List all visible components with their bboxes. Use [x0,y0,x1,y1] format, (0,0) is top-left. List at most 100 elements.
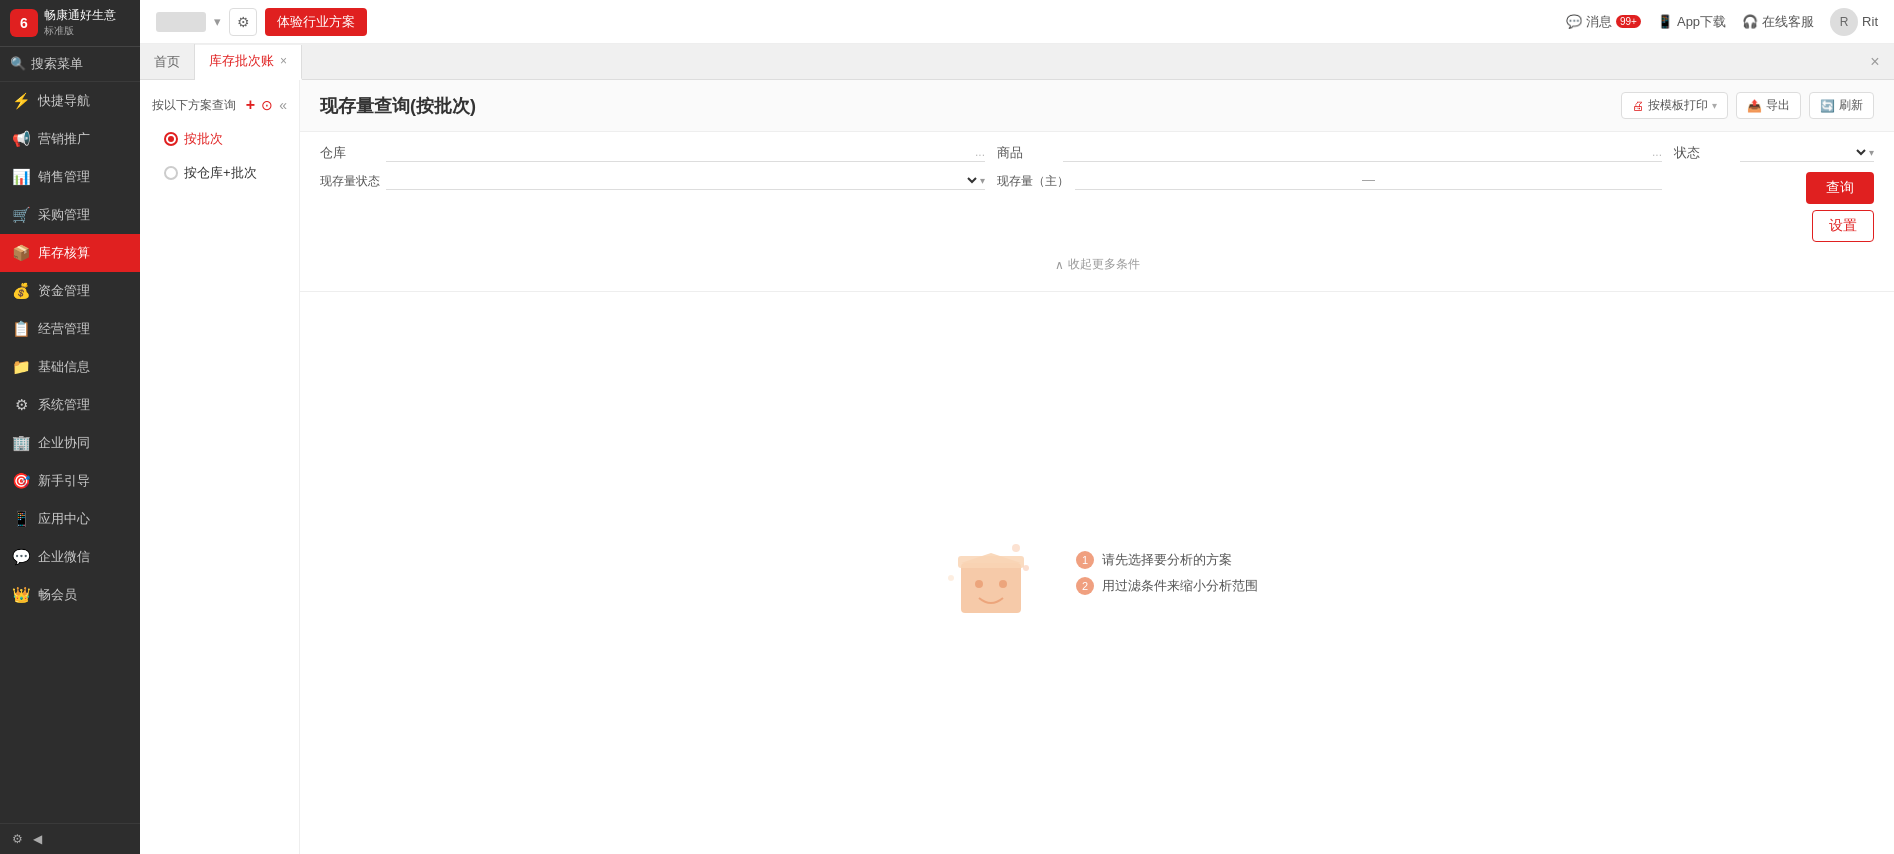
page-title: 现存量查询(按批次) [320,94,476,118]
page-header-actions: 🖨 按模板打印 ▾ 📤 导出 🔄 刷新 [1621,92,1874,119]
topbar-messages[interactable]: 💬 消息 99+ [1566,13,1641,31]
sidebar-collapse-btn[interactable]: ◀ [33,832,42,846]
scheme-item-batch[interactable]: 按批次 [140,122,299,156]
print-dropdown-arrow[interactable]: ▾ [1712,100,1717,111]
app-version: 标准版 [44,24,116,38]
sidebar-item-guide[interactable]: 🎯 新手引导 [0,462,140,500]
sidebar-item-purchase[interactable]: 🛒 采购管理 [0,196,140,234]
filter-product-row: 商品 ... [997,144,1662,162]
scheme-radio-active [164,132,178,146]
print-btn[interactable]: 🖨 按模板打印 ▾ [1621,92,1728,119]
status-select[interactable]: 全部 启用 停用 [1740,144,1869,161]
topbar-settings-icon: ⚙ [237,14,250,30]
topbar-user[interactable]: R Rit [1830,8,1878,36]
topbar-app-download[interactable]: 📱 App下载 [1657,13,1726,31]
svg-point-6 [1023,565,1029,571]
collapse-filter-btn[interactable]: ∧ 收起更多条件 [1055,250,1140,279]
tabbar: 首页 库存批次账 × × [140,44,1894,80]
add-scheme-btn[interactable]: + [246,96,255,114]
print-icon: 🖨 [1632,99,1644,113]
query-btn[interactable]: 查询 [1806,172,1874,204]
status-arrow: ▾ [1869,147,1874,158]
stock-status-label: 现存量状态 [320,173,380,190]
tab-inventory-batch[interactable]: 库存批次账 × [195,45,302,80]
sidebar-item-wechat[interactable]: 💬 企业微信 [0,538,140,576]
status-label: 状态 [1674,144,1734,162]
sidebar-item-operations[interactable]: 📋 经营管理 [0,310,140,348]
tab-home[interactable]: 首页 [140,44,195,79]
export-btn[interactable]: 📤 导出 [1736,92,1801,119]
product-label: 商品 [997,144,1057,162]
sidebar-item-basics[interactable]: 📁 基础信息 [0,348,140,386]
tab-close-all-btn[interactable]: × [1864,51,1886,73]
filter-action-btns: 查询 设置 [1674,172,1874,242]
product-input-wrap: ... [1063,144,1662,162]
sidebar-settings-btn[interactable]: ⚙ [12,832,23,846]
app-logo: 6 [10,9,38,37]
warehouse-input[interactable] [386,144,975,159]
collapse-footer-icon: ◀ [33,832,42,846]
app-download-icon: 📱 [1657,14,1673,29]
filter-stock-qty-row: 现存量（主） — [997,172,1662,190]
sidebar-item-enterprise[interactable]: 🏢 企业协同 [0,424,140,462]
sidebar-item-system[interactable]: ⚙ 系统管理 [0,386,140,424]
stock-qty-dash: — [1358,172,1379,187]
filter-col-3: 状态 全部 启用 停用 ▾ [1674,144,1874,242]
filter-col-1: 仓库 ... 现存量状态 全部 [320,144,985,190]
filter-settings-btn[interactable]: 设置 [1812,210,1874,242]
apps-icon: 📱 [12,510,30,528]
filter-grid: 仓库 ... 现存量状态 全部 [320,144,1874,242]
stock-qty-from-input[interactable] [1075,172,1358,187]
topbar-online-service[interactable]: 🎧 在线客服 [1742,13,1814,31]
sidebar-search[interactable]: 🔍 搜索菜单 [0,47,140,82]
empty-tips: 1 请先选择要分析的方案 2 用过滤条件来缩小分析范围 [1076,551,1258,595]
messages-icon: 💬 [1566,14,1582,29]
stock-qty-label: 现存量（主） [997,173,1069,190]
warehouse-input-wrap: ... [386,144,985,162]
sidebar-item-inventory[interactable]: 📦 库存核算 [0,234,140,272]
sidebar-item-quick-nav[interactable]: ⚡ 快捷导航 [0,82,140,120]
svg-point-4 [999,580,1007,588]
export-icon: 📤 [1747,99,1762,113]
topbar-trial-btn[interactable]: 体验行业方案 [265,8,367,36]
sidebar-item-apps[interactable]: 📱 应用中心 [0,500,140,538]
sidebar-item-finance[interactable]: 💰 资金管理 [0,272,140,310]
right-panel: 现存量查询(按批次) 🖨 按模板打印 ▾ 📤 导出 🔄 刷新 [300,80,1894,854]
tab-close-btn[interactable]: × [280,54,287,68]
inventory-icon: 📦 [12,244,30,262]
svg-point-5 [1012,544,1020,552]
product-more-btn[interactable]: ... [1652,145,1662,159]
search-icon: 🔍 [10,56,26,71]
filter-col-2: 商品 ... 现存量（主） — [997,144,1662,190]
stock-qty-input-wrap: — [1075,172,1662,190]
empty-state: 1 请先选择要分析的方案 2 用过滤条件来缩小分析范围 [300,292,1894,854]
sidebar-item-member[interactable]: 👑 畅会员 [0,576,140,614]
topbar-dropdown-arrow[interactable]: ▾ [214,14,221,29]
refresh-btn[interactable]: 🔄 刷新 [1809,92,1874,119]
sidebar-item-marketing[interactable]: 📢 营销推广 [0,120,140,158]
panel-collapse-btn[interactable]: « [279,97,287,113]
filter-warehouse-row: 仓库 ... [320,144,985,162]
warehouse-more-btn[interactable]: ... [975,145,985,159]
sidebar: 6 畅康通好生意 标准版 🔍 搜索菜单 ⚡ 快捷导航 📢 营销推广 📊 销售管理… [0,0,140,854]
online-service-icon: 🎧 [1742,14,1758,29]
settings-footer-icon: ⚙ [12,832,23,846]
stock-status-arrow: ▾ [980,175,985,186]
stock-qty-to-input[interactable] [1379,172,1662,187]
page-header: 现存量查询(按批次) 🖨 按模板打印 ▾ 📤 导出 🔄 刷新 [300,80,1894,132]
scheme-settings-btn[interactable]: ⊙ [261,97,273,113]
left-panel: 按以下方案查询 + ⊙ « 按批次 按仓库+批次 [140,80,300,854]
scheme-item-warehouse-batch[interactable]: 按仓库+批次 [140,156,299,190]
product-input[interactable] [1063,144,1652,159]
left-panel-header: 按以下方案查询 + ⊙ « [140,88,299,122]
scheme-radio-inactive [164,166,178,180]
stock-status-select[interactable]: 全部 有库存 无库存 [386,172,980,189]
finance-icon: 💰 [12,282,30,300]
sidebar-item-sales[interactable]: 📊 销售管理 [0,158,140,196]
topbar-settings-btn[interactable]: ⚙ [229,8,257,36]
tip-num-1: 1 [1076,551,1094,569]
stock-status-select-wrap: 全部 有库存 无库存 ▾ [386,172,985,190]
topbar-left: ▾ ⚙ 体验行业方案 [156,8,1556,36]
filter-area: 仓库 ... 现存量状态 全部 [300,132,1894,292]
empty-svg [936,518,1046,628]
